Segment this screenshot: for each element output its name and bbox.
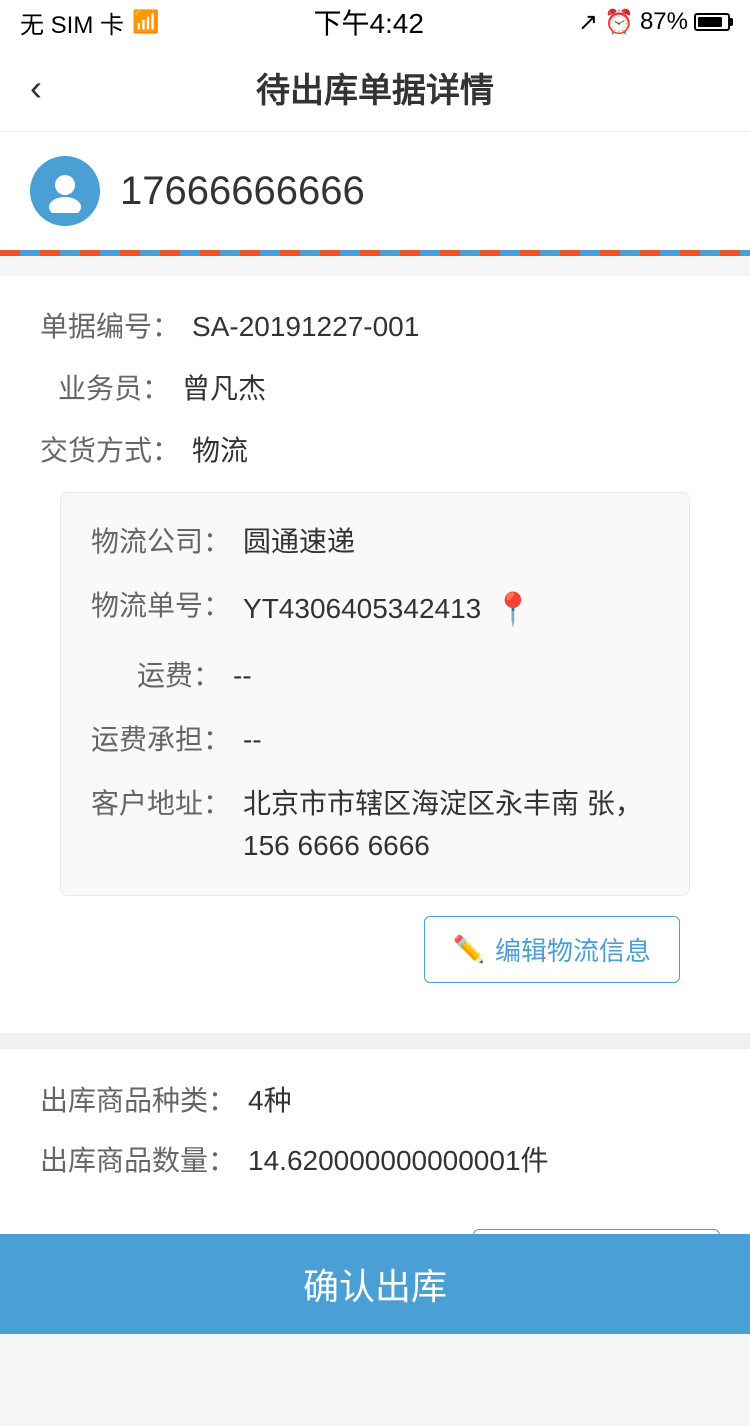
status-bar-right: ↗ ⏰ 87%: [578, 8, 730, 37]
goods-quantity-row: 出库商品数量： 14.620000000000001件: [40, 1139, 710, 1179]
tracking-number-label: 物流单号：: [91, 585, 231, 627]
salesperson-label: 业务员：: [40, 368, 170, 410]
edit-icon: ✏️: [453, 934, 485, 965]
delivery-method-label: 交货方式：: [40, 430, 180, 472]
document-number-row: 单据编号： SA-20191227-001: [40, 306, 710, 348]
logistics-company-row: 物流公司： 圆通速递: [91, 521, 659, 563]
battery-percentage: 87%: [640, 8, 688, 36]
nav-bar: ‹ 待出库单据详情: [0, 44, 750, 132]
document-number-label: 单据编号：: [40, 306, 180, 348]
goods-types-row: 出库商品种类： 4种: [40, 1079, 710, 1119]
user-section: 17666666666: [0, 132, 750, 250]
edit-btn-wrap: ✏️ 编辑物流信息: [40, 896, 710, 1003]
confirm-btn-wrap: 确认出库: [0, 1234, 750, 1334]
address-value: 北京市市辖区海淀区永丰南 张，156 6666 6666: [243, 783, 659, 867]
address-label: 客户地址：: [91, 783, 231, 825]
avatar: [30, 156, 100, 226]
address-row: 客户地址： 北京市市辖区海淀区永丰南 张，156 6666 6666: [91, 783, 659, 867]
goods-quantity-label: 出库商品数量：: [40, 1139, 236, 1179]
goods-types-label: 出库商品种类：: [40, 1079, 236, 1119]
basic-info-section: 单据编号： SA-20191227-001 业务员： 曾凡杰 交货方式： 物流 …: [0, 276, 750, 1033]
freight-row: 运费： --: [91, 655, 659, 697]
goods-types-value: 4种: [248, 1079, 292, 1119]
battery-icon: [694, 13, 730, 31]
freight-value: --: [233, 655, 659, 697]
location-service-icon: ↗: [578, 8, 598, 37]
confirm-button[interactable]: 确认出库: [0, 1238, 750, 1330]
freight-bearer-value: --: [243, 719, 659, 761]
salesperson-row: 业务员： 曾凡杰: [40, 368, 710, 410]
goods-section: 出库商品种类： 4种 出库商品数量： 14.620000000000001件: [0, 1049, 750, 1209]
document-number-value: SA-20191227-001: [192, 306, 710, 348]
status-bar-left: 无 SIM 卡 📶: [20, 5, 159, 40]
page-title: 待出库单据详情: [256, 63, 494, 112]
logistics-company-value: 圆通速递: [243, 521, 659, 563]
user-avatar-icon: [43, 169, 87, 213]
back-button[interactable]: ‹: [30, 67, 42, 109]
freight-bearer-row: 运费承担： --: [91, 719, 659, 761]
logistics-card: 物流公司： 圆通速递 物流单号： YT43064053424​13 📍 运费： …: [60, 492, 690, 896]
alarm-icon: ⏰: [604, 8, 634, 37]
delivery-method-value: 物流: [192, 430, 710, 472]
salesperson-value: 曾凡杰: [182, 368, 710, 410]
user-phone: 17666666666: [120, 169, 365, 214]
edit-logistics-button[interactable]: ✏️ 编辑物流信息: [424, 916, 680, 983]
logistics-company-label: 物流公司：: [91, 521, 231, 563]
dash-divider: [0, 250, 750, 256]
carrier-text: 无 SIM 卡: [20, 5, 124, 40]
tracking-number-value: YT43064053424​13 📍: [243, 585, 659, 633]
section-separator: [0, 1033, 750, 1049]
tracking-location-icon[interactable]: 📍: [493, 585, 533, 633]
status-bar: 无 SIM 卡 📶 下午4:42 ↗ ⏰ 87%: [0, 0, 750, 44]
status-bar-time: 下午4:42: [313, 2, 424, 42]
bottom-space: [0, 1326, 750, 1426]
goods-quantity-value: 14.620000000000001件: [248, 1139, 549, 1179]
tracking-number-row: 物流单号： YT43064053424​13 📍: [91, 585, 659, 633]
wifi-icon: 📶: [132, 9, 159, 35]
delivery-method-row: 交货方式： 物流: [40, 430, 710, 472]
freight-label: 运费：: [91, 655, 221, 697]
freight-bearer-label: 运费承担：: [91, 719, 231, 761]
